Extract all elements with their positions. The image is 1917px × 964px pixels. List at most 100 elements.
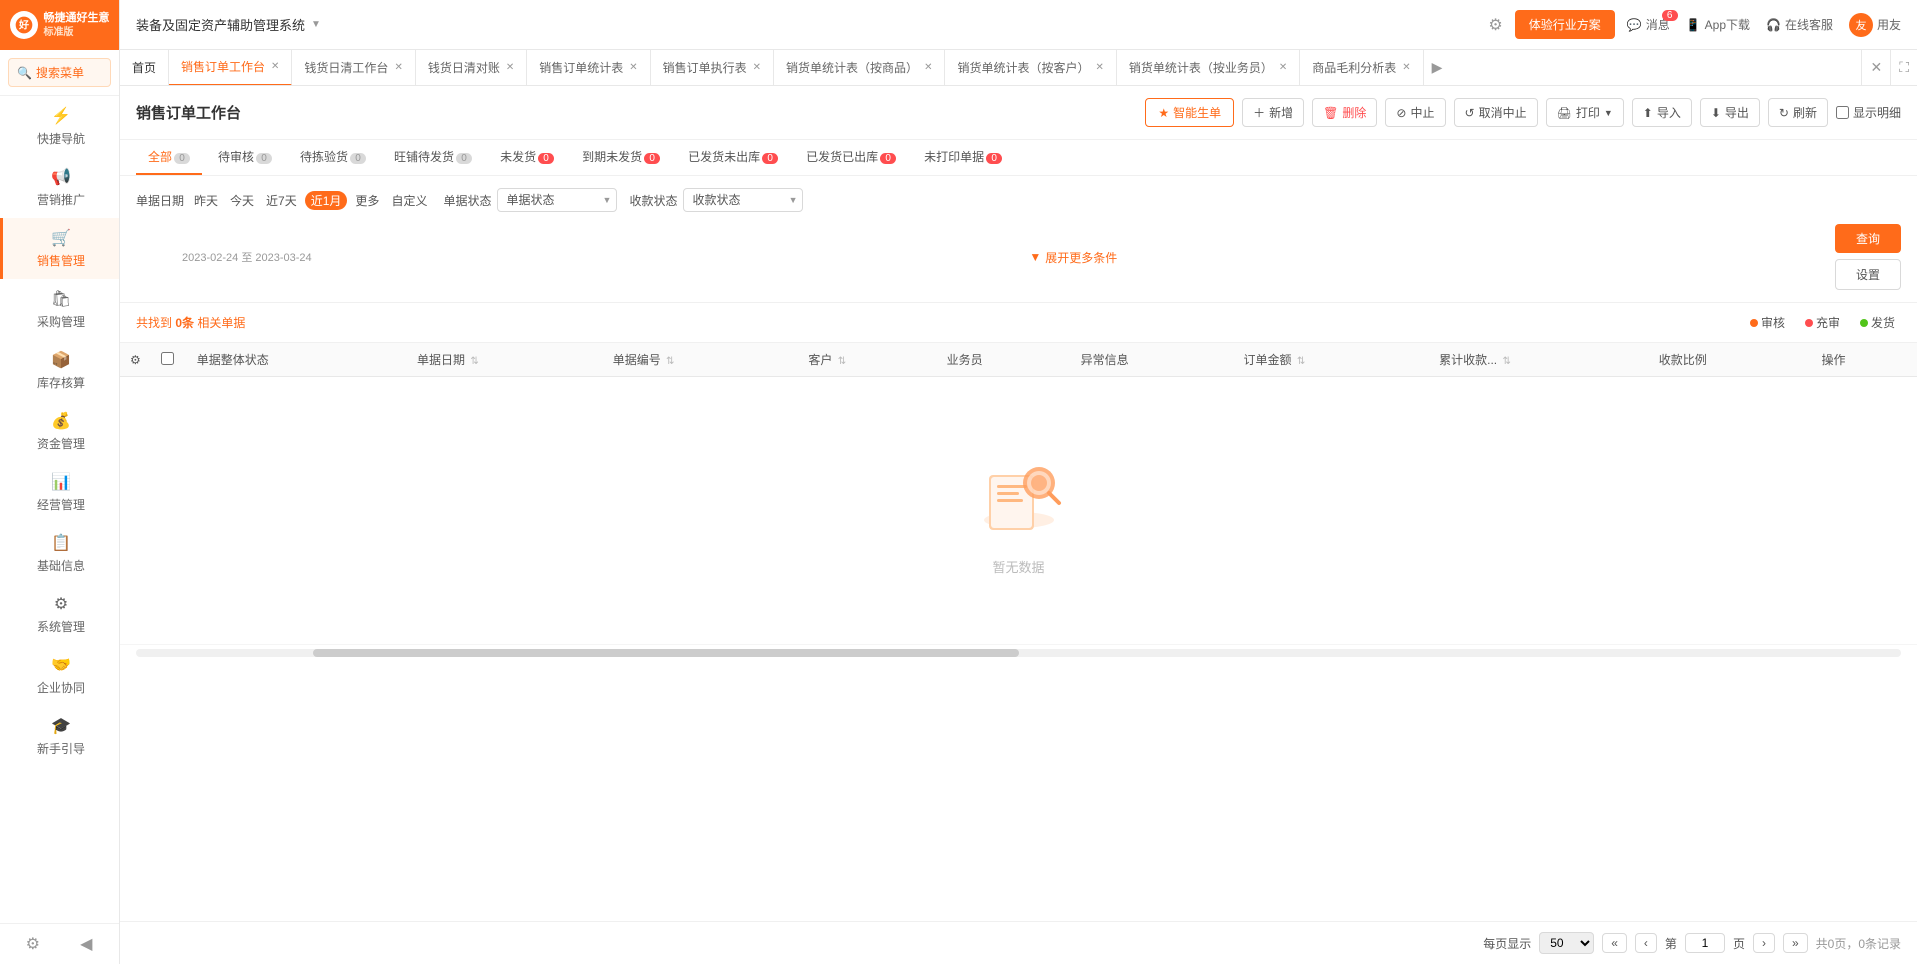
scroll-track[interactable] [136, 649, 1901, 657]
tab-sales-stats-staff-close[interactable]: ✕ [1279, 62, 1287, 73]
sidebar-item-marketing[interactable]: 📢 营销推广 [0, 157, 119, 218]
filter-status-select[interactable]: 单据状态 [497, 188, 617, 212]
show-detail-toggle[interactable]: 显示明细 [1836, 104, 1901, 121]
tab-sales-exec-close[interactable]: ✕ [753, 62, 761, 73]
add-button[interactable]: ＋ 新增 [1242, 98, 1304, 127]
tab-cash-reconcile-close[interactable]: ✕ [506, 62, 514, 73]
sidebar-item-system[interactable]: ⚙ 系统管理 [0, 584, 119, 645]
tab-sales-workdesk-close[interactable]: ✕ [271, 61, 279, 72]
sidebar-collapse-button[interactable]: ◀ [64, 934, 110, 954]
show-detail-checkbox[interactable] [1836, 106, 1849, 119]
filter-expand-button[interactable]: ▼ 展开更多条件 [1029, 249, 1117, 266]
audit-action-button[interactable]: 审核 [1744, 311, 1791, 334]
filter-date-7days[interactable]: 近7天 [262, 190, 301, 211]
delete-button[interactable]: 🗑 删除 [1312, 98, 1377, 127]
th-customer[interactable]: 客户 ⇅ [798, 343, 936, 377]
number-sort-icon[interactable]: ⇅ [666, 356, 674, 367]
sidebar-settings-button[interactable]: ⚙ [10, 934, 56, 954]
scroll-thumb[interactable] [313, 649, 1019, 657]
sidebar-item-base-info[interactable]: 📋 基础信息 [0, 523, 119, 584]
sub-tab-shipped-out[interactable]: 已发货已出库0 [794, 140, 908, 175]
online-service-button[interactable]: 🎧 在线客服 [1766, 16, 1833, 33]
tab-home[interactable]: 首页 [120, 50, 169, 86]
th-setting[interactable]: ⚙ [120, 343, 151, 377]
sub-tab-not-printed[interactable]: 未打印单据0 [912, 140, 1014, 175]
th-staff[interactable]: 业务员 [937, 343, 1071, 377]
sub-tab-pending-inspect[interactable]: 待拣验货0 [288, 140, 378, 175]
tab-sales-stats-customer[interactable]: 销货单统计表（按客户） ✕ [945, 50, 1116, 86]
message-button[interactable]: 💬 消息 6 [1627, 16, 1670, 33]
filter-date-custom[interactable]: 自定义 [387, 190, 431, 211]
import-button[interactable]: ⬆ 导入 [1632, 98, 1692, 127]
pagination: 每页显示 50 100 200 « ‹ 第 页 › » 共0页，0条记录 [120, 921, 1917, 964]
filter-date-today[interactable]: 今天 [226, 190, 258, 211]
topbar-gear-icon[interactable]: ⚙ [1488, 15, 1502, 35]
sidebar-item-inventory[interactable]: 📦 库存核算 [0, 340, 119, 401]
filter-payment-select[interactable]: 收款状态 [683, 188, 803, 212]
th-date[interactable]: 单据日期 ⇅ [407, 343, 603, 377]
select-all-checkbox[interactable] [161, 352, 174, 365]
filter-settings-button[interactable]: 设置 [1835, 259, 1901, 290]
sub-tab-not-shipped[interactable]: 未发货0 [488, 140, 566, 175]
tab-sales-stats[interactable]: 销售订单统计表 ✕ [527, 50, 650, 86]
cancel-suspend-button[interactable]: ↺ 取消中止 [1454, 98, 1538, 127]
sub-tab-shipped-not-out[interactable]: 已发货未出库0 [676, 140, 790, 175]
sidebar-item-operations[interactable]: 📊 经营管理 [0, 462, 119, 523]
filter-date-1month[interactable]: 近1月 [305, 191, 348, 210]
sub-tab-wangpu-pending[interactable]: 旺铺待发货0 [382, 140, 484, 175]
th-amount[interactable]: 订单金额 ⇅ [1233, 343, 1429, 377]
tab-product-margin-close[interactable]: ✕ [1402, 62, 1410, 73]
sidebar-item-quick-nav[interactable]: ⚡ 快捷导航 [0, 96, 119, 157]
tab-maximize[interactable]: ⛶ [1890, 50, 1917, 86]
last-page-button[interactable]: » [1783, 933, 1808, 953]
tab-scroll-right[interactable]: ▶ [1424, 59, 1451, 76]
date-sort-icon[interactable]: ⇅ [470, 356, 478, 367]
th-number[interactable]: 单据编号 ⇅ [603, 343, 799, 377]
filter-date-more[interactable]: 更多 [351, 190, 383, 211]
smart-create-button[interactable]: ★ 智能生单 [1145, 98, 1234, 127]
th-collected[interactable]: 累计收款... ⇅ [1429, 343, 1649, 377]
query-button[interactable]: 查询 [1835, 224, 1901, 253]
page-number-input[interactable] [1685, 933, 1725, 953]
sidebar-item-enterprise[interactable]: 🤝 企业协同 [0, 645, 119, 706]
tab-sales-exec[interactable]: 销售订单执行表 ✕ [651, 50, 774, 86]
tab-sales-stats-close[interactable]: ✕ [629, 62, 637, 73]
customer-sort-icon[interactable]: ⇅ [838, 356, 846, 367]
tab-cash-daily-close[interactable]: ✕ [394, 62, 402, 73]
collected-sort-icon[interactable]: ⇅ [1503, 356, 1511, 367]
prev-page-button[interactable]: ‹ [1635, 933, 1657, 953]
sidebar-item-guide[interactable]: 🎓 新手引导 [0, 706, 119, 767]
first-page-button[interactable]: « [1602, 933, 1627, 953]
tab-sales-stats-product-close[interactable]: ✕ [924, 62, 932, 73]
ship-action-button[interactable]: 发货 [1854, 311, 1901, 334]
amount-sort-icon[interactable]: ⇅ [1297, 356, 1305, 367]
tab-cash-reconcile[interactable]: 钱货日清对账 ✕ [416, 50, 527, 86]
app-download-button[interactable]: 📱 App下载 [1686, 16, 1750, 33]
sub-tab-overdue-not-shipped[interactable]: 到期未发货0 [570, 140, 672, 175]
print-button[interactable]: 🖨 打印 ▼ [1546, 98, 1624, 127]
suspend-button[interactable]: ⊘ 中止 [1385, 98, 1445, 127]
refresh-button[interactable]: ↻ 刷新 [1768, 98, 1828, 127]
filter-date-yesterday[interactable]: 昨天 [190, 190, 222, 211]
industry-solution-button[interactable]: 体验行业方案 [1515, 10, 1615, 39]
sub-tab-pending-review[interactable]: 待审核0 [206, 140, 284, 175]
tab-sales-workdesk[interactable]: 销售订单工作台 ✕ [169, 50, 292, 86]
tab-sales-stats-staff[interactable]: 销货单统计表（按业务员） ✕ [1117, 50, 1300, 86]
export-button[interactable]: ⬇ 导出 [1700, 98, 1760, 127]
search-menu-button[interactable]: 🔍 搜索菜单 [8, 58, 111, 87]
th-checkbox[interactable] [151, 343, 187, 377]
next-page-button[interactable]: › [1753, 933, 1775, 953]
tab-close-all[interactable]: ✕ [1861, 50, 1890, 86]
sub-tab-all[interactable]: 全部0 [136, 140, 202, 175]
sidebar-item-finance[interactable]: 💰 资金管理 [0, 401, 119, 462]
user-info[interactable]: 友 用友 [1849, 13, 1901, 37]
sidebar-item-purchase[interactable]: 🛍 采购管理 [0, 279, 119, 340]
void-action-button[interactable]: 充审 [1799, 311, 1846, 334]
tab-cash-daily[interactable]: 钱货日清工作台 ✕ [292, 50, 415, 86]
phone-icon: 📱 [1686, 18, 1701, 32]
tab-sales-stats-product[interactable]: 销货单统计表（按商品） ✕ [774, 50, 945, 86]
per-page-select[interactable]: 50 100 200 [1539, 932, 1594, 954]
tab-product-margin[interactable]: 商品毛利分析表 ✕ [1300, 50, 1423, 86]
sidebar-item-sales[interactable]: 🛒 销售管理 [0, 218, 119, 279]
tab-sales-stats-customer-close[interactable]: ✕ [1095, 62, 1103, 73]
